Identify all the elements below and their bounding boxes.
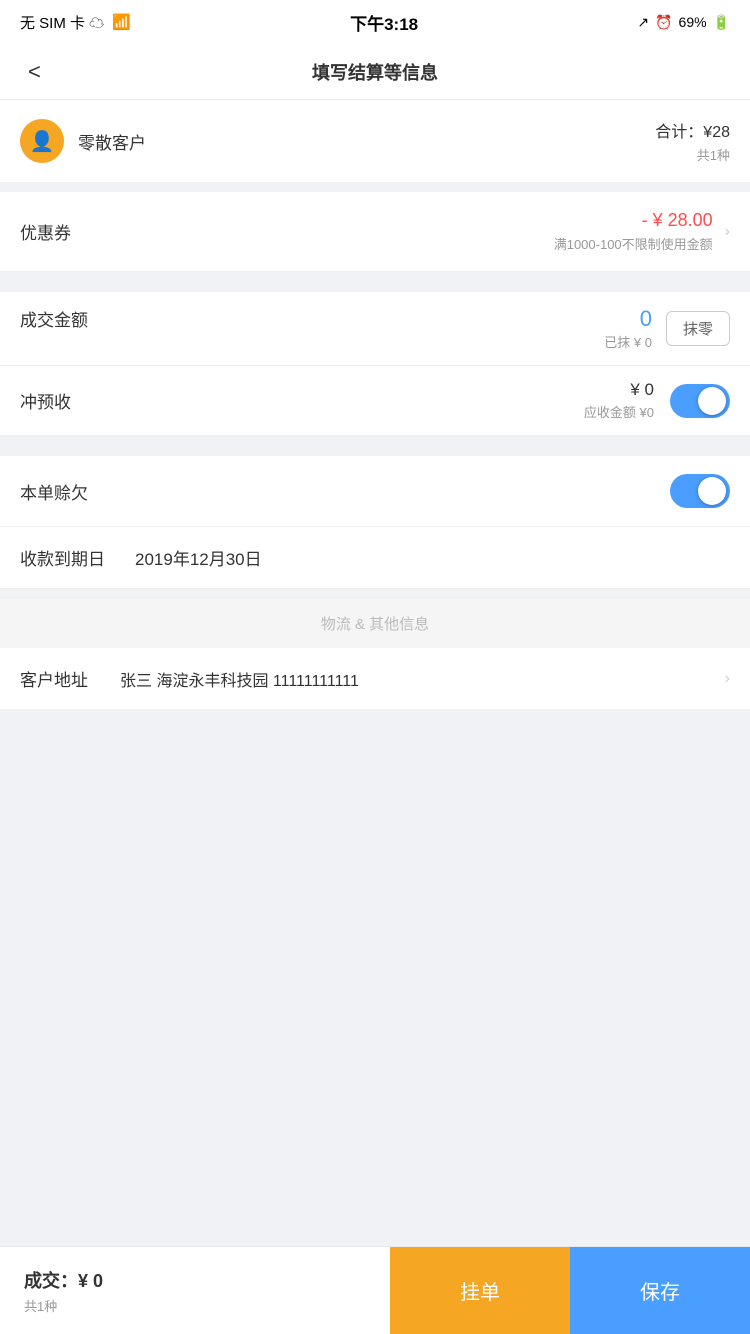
nav-bar: < 填写结算等信息 bbox=[0, 44, 750, 100]
deal-amount: ¥ 0 bbox=[78, 1271, 103, 1291]
debt-toggle[interactable] bbox=[670, 474, 730, 508]
transaction-label: 成交金额 bbox=[20, 306, 88, 331]
address-label: 客户地址 bbox=[20, 666, 100, 691]
customer-row: 👤 零散客户 合计：¥28 共1种 bbox=[0, 100, 750, 182]
address-chevron-icon: › bbox=[725, 670, 730, 688]
prepaid-receivable: 应收金额 ¥0 bbox=[584, 402, 654, 421]
battery-label: 69% bbox=[679, 14, 707, 30]
debt-section: 本单赊欠 收款到期日 2019年12月30日 bbox=[0, 456, 750, 589]
wifi-icon: 📶 bbox=[112, 13, 131, 31]
section-divider-1 bbox=[0, 282, 750, 292]
transaction-section: 成交金额 0 已抹 ¥ 0 抹零 冲预收 ¥ 0 应收金额 ¥0 bbox=[0, 292, 750, 436]
page-title: 填写结算等信息 bbox=[312, 59, 438, 85]
due-date-label: 收款到期日 bbox=[20, 545, 105, 570]
gray-area bbox=[0, 719, 750, 919]
deal-label: 成交： bbox=[24, 1271, 78, 1291]
due-date-row: 收款到期日 2019年12月30日 bbox=[0, 527, 750, 589]
alarm-icon: ⏰ bbox=[655, 14, 672, 31]
transaction-amount-group: 0 已抹 ¥ 0 bbox=[604, 306, 652, 351]
total-count: 共1种 bbox=[655, 145, 730, 164]
address-row[interactable]: 客户地址 张三 海淀永丰科技园 11111111111 › bbox=[0, 648, 750, 709]
address-value: 张三 海淀永丰科技园 11111111111 bbox=[120, 667, 725, 691]
bottom-summary: 成交：¥ 0 共1种 bbox=[0, 1267, 390, 1315]
transaction-value: 0 bbox=[640, 306, 652, 331]
coupon-description: 满1000-100不限制使用金额 bbox=[554, 234, 713, 253]
battery-icon: 🔋 bbox=[713, 14, 730, 31]
bottom-count: 共1种 bbox=[24, 1296, 366, 1315]
prepaid-right: ¥ 0 应收金额 ¥0 bbox=[584, 380, 730, 421]
round-zero-button[interactable]: 抹零 bbox=[666, 311, 730, 346]
location-icon: ↗ bbox=[637, 14, 649, 31]
section-divider-2 bbox=[0, 446, 750, 456]
coupon-label: 优惠券 bbox=[20, 219, 71, 244]
coupon-amount: - ¥ 28.00 bbox=[554, 210, 713, 231]
prepaid-info: ¥ 0 应收金额 ¥0 bbox=[584, 380, 654, 421]
coupon-detail: - ¥ 28.00 满1000-100不限制使用金额 bbox=[554, 210, 713, 253]
coupon-row[interactable]: 优惠券 - ¥ 28.00 满1000-100不限制使用金额 › bbox=[0, 192, 750, 272]
prepaid-toggle[interactable] bbox=[670, 384, 730, 418]
no-sim-label: 无 SIM 卡 ☁ bbox=[20, 12, 104, 33]
prepaid-label: 冲预收 bbox=[20, 388, 71, 413]
total-amount: 合计：¥28 bbox=[655, 118, 730, 142]
transaction-right: 0 已抹 ¥ 0 抹零 bbox=[604, 306, 730, 351]
avatar: 👤 bbox=[20, 119, 64, 163]
status-right: ↗ ⏰ 69% 🔋 bbox=[637, 14, 730, 31]
debt-row: 本单赊欠 bbox=[0, 456, 750, 527]
status-time: 下午3:18 bbox=[350, 10, 418, 35]
customer-total: 合计：¥28 共1种 bbox=[655, 118, 730, 164]
due-date-value: 2019年12月30日 bbox=[135, 545, 262, 570]
bottom-deal-row: 成交：¥ 0 bbox=[24, 1267, 366, 1293]
prepaid-row: 冲预收 ¥ 0 应收金额 ¥0 bbox=[0, 366, 750, 436]
transaction-row: 成交金额 0 已抹 ¥ 0 抹零 bbox=[0, 292, 750, 366]
prepaid-amount: ¥ 0 bbox=[584, 380, 654, 400]
chevron-right-icon: › bbox=[725, 223, 730, 241]
address-section: 客户地址 张三 海淀永丰科技园 11111111111 › bbox=[0, 648, 750, 709]
bottom-bar: 成交：¥ 0 共1种 挂单 保存 bbox=[0, 1246, 750, 1334]
debt-toggle-knob bbox=[698, 477, 726, 505]
logistics-divider: 物流 & 其他信息 bbox=[0, 599, 750, 648]
status-left: 无 SIM 卡 ☁ 📶 bbox=[20, 12, 131, 33]
coupon-right: - ¥ 28.00 满1000-100不限制使用金额 › bbox=[554, 210, 730, 253]
toggle-knob bbox=[698, 387, 726, 415]
back-button[interactable]: < bbox=[20, 51, 49, 93]
hold-button[interactable]: 挂单 bbox=[390, 1247, 570, 1334]
customer-info: 👤 零散客户 bbox=[20, 119, 146, 163]
logistics-label: 物流 & 其他信息 bbox=[321, 616, 429, 633]
content-area: 👤 零散客户 合计：¥28 共1种 优惠券 - ¥ 28.00 满1000-10… bbox=[0, 100, 750, 1009]
debt-label: 本单赊欠 bbox=[20, 479, 88, 504]
rounded-label: 已抹 ¥ 0 bbox=[604, 332, 652, 351]
save-button[interactable]: 保存 bbox=[570, 1247, 750, 1334]
customer-name: 零散客户 bbox=[78, 129, 146, 154]
coupon-section: 优惠券 - ¥ 28.00 满1000-100不限制使用金额 › bbox=[0, 192, 750, 272]
status-bar: 无 SIM 卡 ☁ 📶 下午3:18 ↗ ⏰ 69% 🔋 bbox=[0, 0, 750, 44]
avatar-icon: 👤 bbox=[30, 129, 55, 154]
